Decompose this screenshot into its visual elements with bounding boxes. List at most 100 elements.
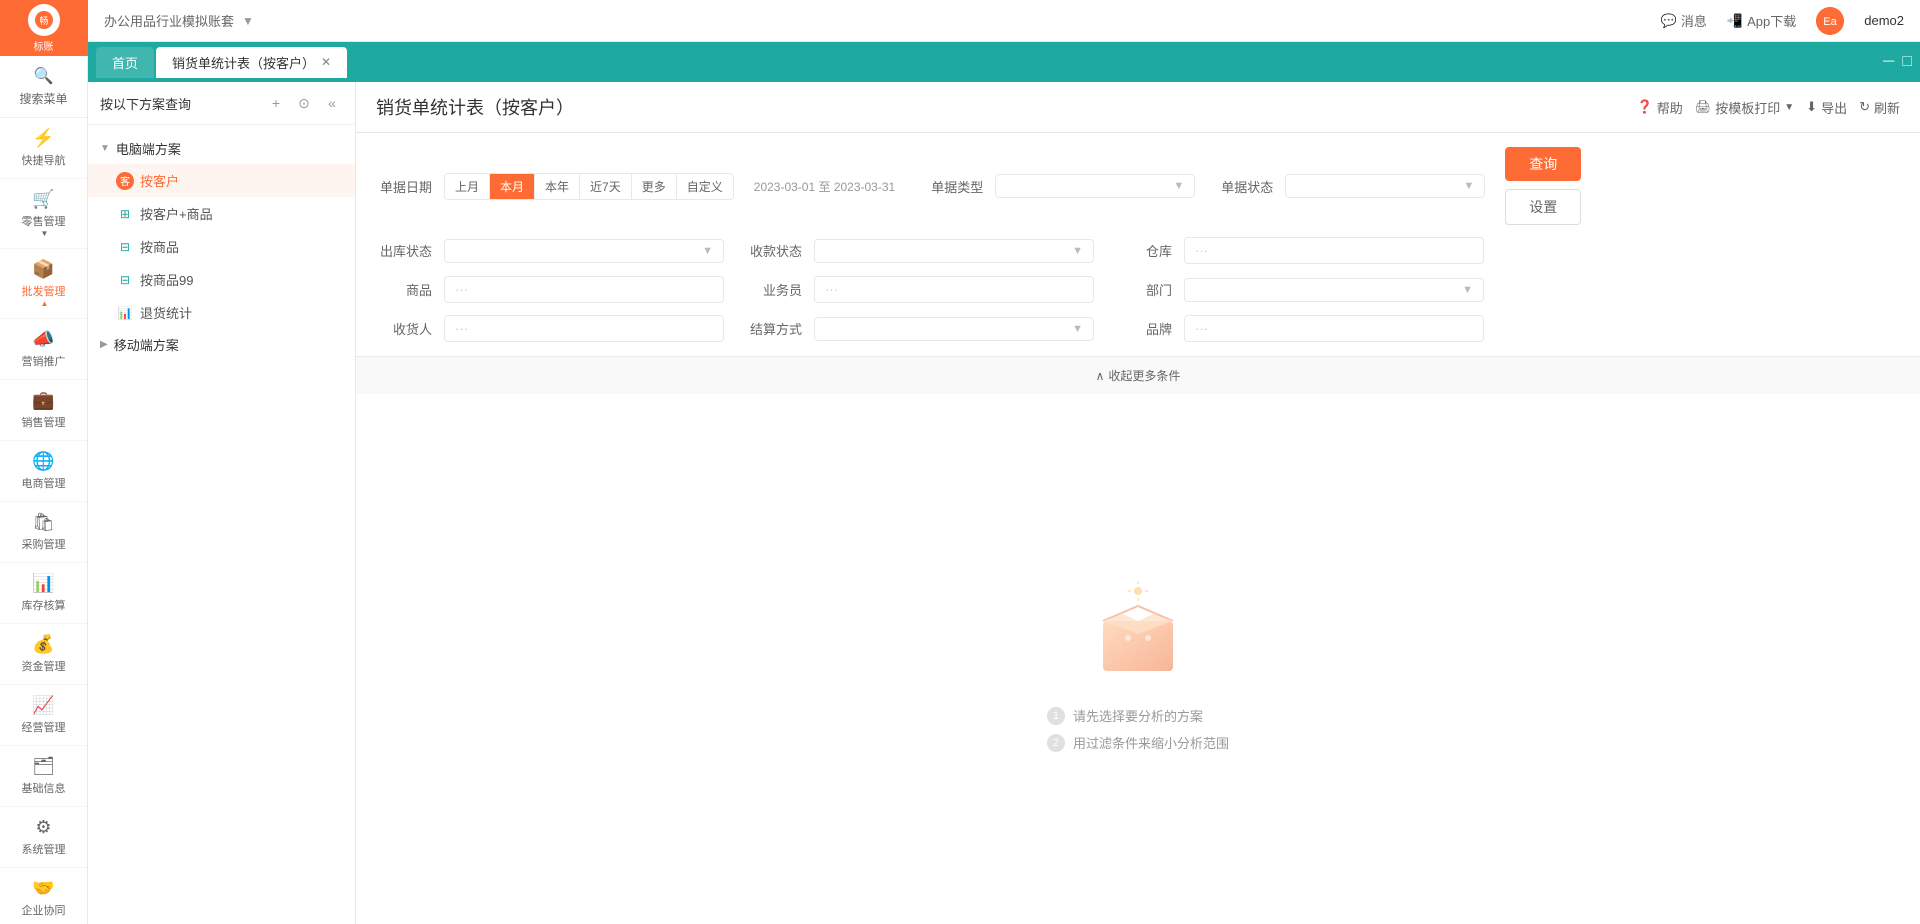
marketing-label: 营销推广 (22, 353, 66, 369)
sidebar-item-operations[interactable]: 📈 经营管理 (0, 685, 87, 746)
doc-type-label: 单据类型 (927, 177, 983, 196)
window-maximize-btn[interactable]: □ (1902, 53, 1912, 71)
tree-item-by-customer-goods[interactable]: ⊞ 按客户+商品 (88, 197, 355, 230)
user-name[interactable]: demo2 (1864, 13, 1904, 28)
doc-type-select[interactable]: ▼ (995, 174, 1195, 198)
sidebar-item-marketing[interactable]: 📣 营销推广 (0, 319, 87, 380)
user-avatar[interactable] (1816, 7, 1844, 35)
warehouse-select[interactable]: ··· (1184, 237, 1484, 264)
by-customer-goods-label: 按客户+商品 (140, 204, 213, 223)
tree-group-mobile-header[interactable]: ▶ 移动端方案 (88, 329, 355, 360)
filter-section: 单据日期 上月 本月 本年 近7天 更多 自定义 2023-03-01 至 20… (356, 133, 1920, 394)
sidebar-search[interactable]: 🔍 搜索菜单 (0, 56, 87, 118)
tab-sales-stat[interactable]: 销货单统计表（按客户） ✕ (156, 47, 347, 78)
department-dropdown-icon: ▼ (1462, 284, 1473, 296)
svg-text:畅: 畅 (39, 15, 48, 26)
sidebar-item-finance[interactable]: 💰 资金管理 (0, 624, 87, 685)
topbar-title: 办公用品行业模拟账套 (104, 11, 234, 30)
empty-tip-1: 1 请先选择要分析的方案 (1047, 706, 1229, 725)
last-month-btn[interactable]: 上月 (445, 174, 490, 199)
main-right-area: 销货单统计表（按客户） ❓ 帮助 🖨 按模板打印 ▼ ⬇ 导出 (356, 82, 1920, 924)
staff-select[interactable]: ··· (814, 276, 1094, 303)
by-goods-icon: ⊟ (116, 238, 134, 256)
warehouse-placeholder: ··· (1195, 243, 1208, 258)
pc-group-label: 电脑端方案 (116, 139, 181, 158)
window-minimize-btn[interactable]: ─ (1883, 53, 1894, 71)
tree-item-return-stats[interactable]: 📊 退货统计 (88, 296, 355, 329)
sidebar-item-basic[interactable]: 🗂 基础信息 (0, 746, 87, 807)
date-range: 2023-03-01 至 2023-03-31 (754, 178, 895, 195)
payment-status-icon: ▼ (1072, 245, 1083, 257)
tree-item-by-goods[interactable]: ⊟ 按商品 (88, 230, 355, 263)
tree-group-pc-header[interactable]: ▼ 电脑端方案 (88, 133, 355, 164)
department-label: 部门 (1116, 280, 1172, 299)
operations-label: 经营管理 (22, 719, 66, 735)
goods-label: 商品 (376, 280, 432, 299)
empty-icon (1078, 566, 1198, 686)
print-icon: 🖨 (1695, 99, 1712, 115)
export-btn[interactable]: ⬇ 导出 (1806, 98, 1847, 117)
custom-btn[interactable]: 自定义 (677, 174, 733, 199)
mobile-group-label: 移动端方案 (114, 335, 179, 354)
sidebar-item-ecommerce[interactable]: 🌐 电商管理 (0, 441, 87, 502)
scheme-add-btn[interactable]: + (265, 92, 287, 114)
scheme-header: 按以下方案查询 + ⊙ « (88, 82, 355, 125)
staff-placeholder: ··· (825, 282, 838, 297)
brand-select[interactable]: ··· (1184, 315, 1484, 342)
message-btn[interactable]: 💬 消息 (1661, 11, 1707, 30)
page-header: 销货单统计表（按客户） ❓ 帮助 🖨 按模板打印 ▼ ⬇ 导出 (356, 82, 1920, 133)
this-year-btn[interactable]: 本年 (535, 174, 580, 199)
recipient-select[interactable]: ··· (444, 315, 724, 342)
print-btn[interactable]: 🖨 按模板打印 ▼ (1695, 98, 1794, 117)
brand-label: 品牌 (1116, 319, 1172, 338)
sidebar-nav: ⚡ 快捷导航 🛒 零售管理 ▼ 📦 批发管理 ▲ 📣 营销推广 💼 销售管理 🌐… (0, 118, 87, 924)
department-select[interactable]: ▼ (1184, 278, 1484, 302)
tab-home[interactable]: 首页 (96, 47, 154, 78)
app-download-icon: 📲 (1727, 13, 1743, 29)
help-btn[interactable]: ❓ 帮助 (1637, 98, 1683, 117)
tab-close-icon[interactable]: ✕ (321, 55, 331, 69)
this-month-btn[interactable]: 本月 (490, 174, 535, 199)
payment-status-select[interactable]: ▼ (814, 239, 1094, 263)
tree-item-by-goods-99[interactable]: ⊟ 按商品99 (88, 263, 355, 296)
empty-tip-2: 2 用过滤条件来缩小分析范围 (1047, 733, 1229, 752)
sidebar-item-retail[interactable]: 🛒 零售管理 ▼ (0, 179, 87, 249)
recipient-placeholder: ··· (455, 321, 468, 336)
sidebar-item-cooperation[interactable]: 🤝 企业协同 (0, 868, 87, 924)
scheme-tree: ▼ 电脑端方案 客 按客户 ⊞ 按客户+商品 ⊟ 按商品 (88, 125, 355, 924)
scheme-settings-btn[interactable]: ⊙ (293, 92, 315, 114)
query-btn[interactable]: 查询 (1505, 147, 1581, 181)
doc-status-select[interactable]: ▼ (1285, 174, 1485, 198)
ecommerce-label: 电商管理 (22, 475, 66, 491)
goods-select[interactable]: ··· (444, 276, 724, 303)
topbar-dropdown[interactable]: ▼ (242, 14, 254, 28)
collapse-btn[interactable]: ∧ 收起更多条件 (1088, 363, 1189, 388)
purchase-icon: 🛍 (32, 512, 55, 533)
sidebar-item-inventory[interactable]: 📊 库存核算 (0, 563, 87, 624)
ecommerce-icon: 🌐 (32, 451, 54, 472)
out-status-select[interactable]: ▼ (444, 239, 724, 263)
content: 按以下方案查询 + ⊙ « ▼ 电脑端方案 客 按客户 (88, 82, 1920, 924)
app-download-btn[interactable]: 📲 App下载 (1727, 11, 1796, 30)
payment-method-select[interactable]: ▼ (814, 317, 1094, 341)
scheme-collapse-btn[interactable]: « (321, 92, 343, 114)
settings-btn[interactable]: 设置 (1505, 189, 1581, 225)
tree-item-by-customer[interactable]: 客 按客户 (88, 164, 355, 197)
sidebar-item-system[interactable]: ⚙ 系统管理 (0, 807, 87, 868)
refresh-btn[interactable]: ↻ 刷新 (1859, 98, 1900, 117)
cooperation-label: 企业协同 (22, 902, 66, 918)
sidebar-logo[interactable]: 畅 标账 (0, 0, 88, 56)
more-btn[interactable]: 更多 (632, 174, 677, 199)
empty-state: 1 请先选择要分析的方案 2 用过滤条件来缩小分析范围 (356, 394, 1920, 924)
sidebar-item-purchase[interactable]: 🛍 采购管理 (0, 502, 87, 563)
sidebar-item-wholesale[interactable]: 📦 批发管理 ▲ (0, 249, 87, 319)
last-7-days-btn[interactable]: 近7天 (580, 174, 632, 199)
wholesale-label: 批发管理 (22, 283, 66, 299)
tree-group-pc: ▼ 电脑端方案 客 按客户 ⊞ 按客户+商品 ⊟ 按商品 (88, 133, 355, 329)
sidebar-item-sales[interactable]: 💼 销售管理 (0, 380, 87, 441)
sidebar-item-shortcut[interactable]: ⚡ 快捷导航 (0, 118, 87, 179)
finance-label: 资金管理 (22, 658, 66, 674)
main-area: 办公用品行业模拟账套 ▼ 💬 消息 📲 App下载 demo2 首页 销货单统计… (88, 0, 1920, 924)
by-customer-icon: 客 (116, 172, 134, 190)
doc-status-dropdown-icon: ▼ (1463, 180, 1474, 192)
